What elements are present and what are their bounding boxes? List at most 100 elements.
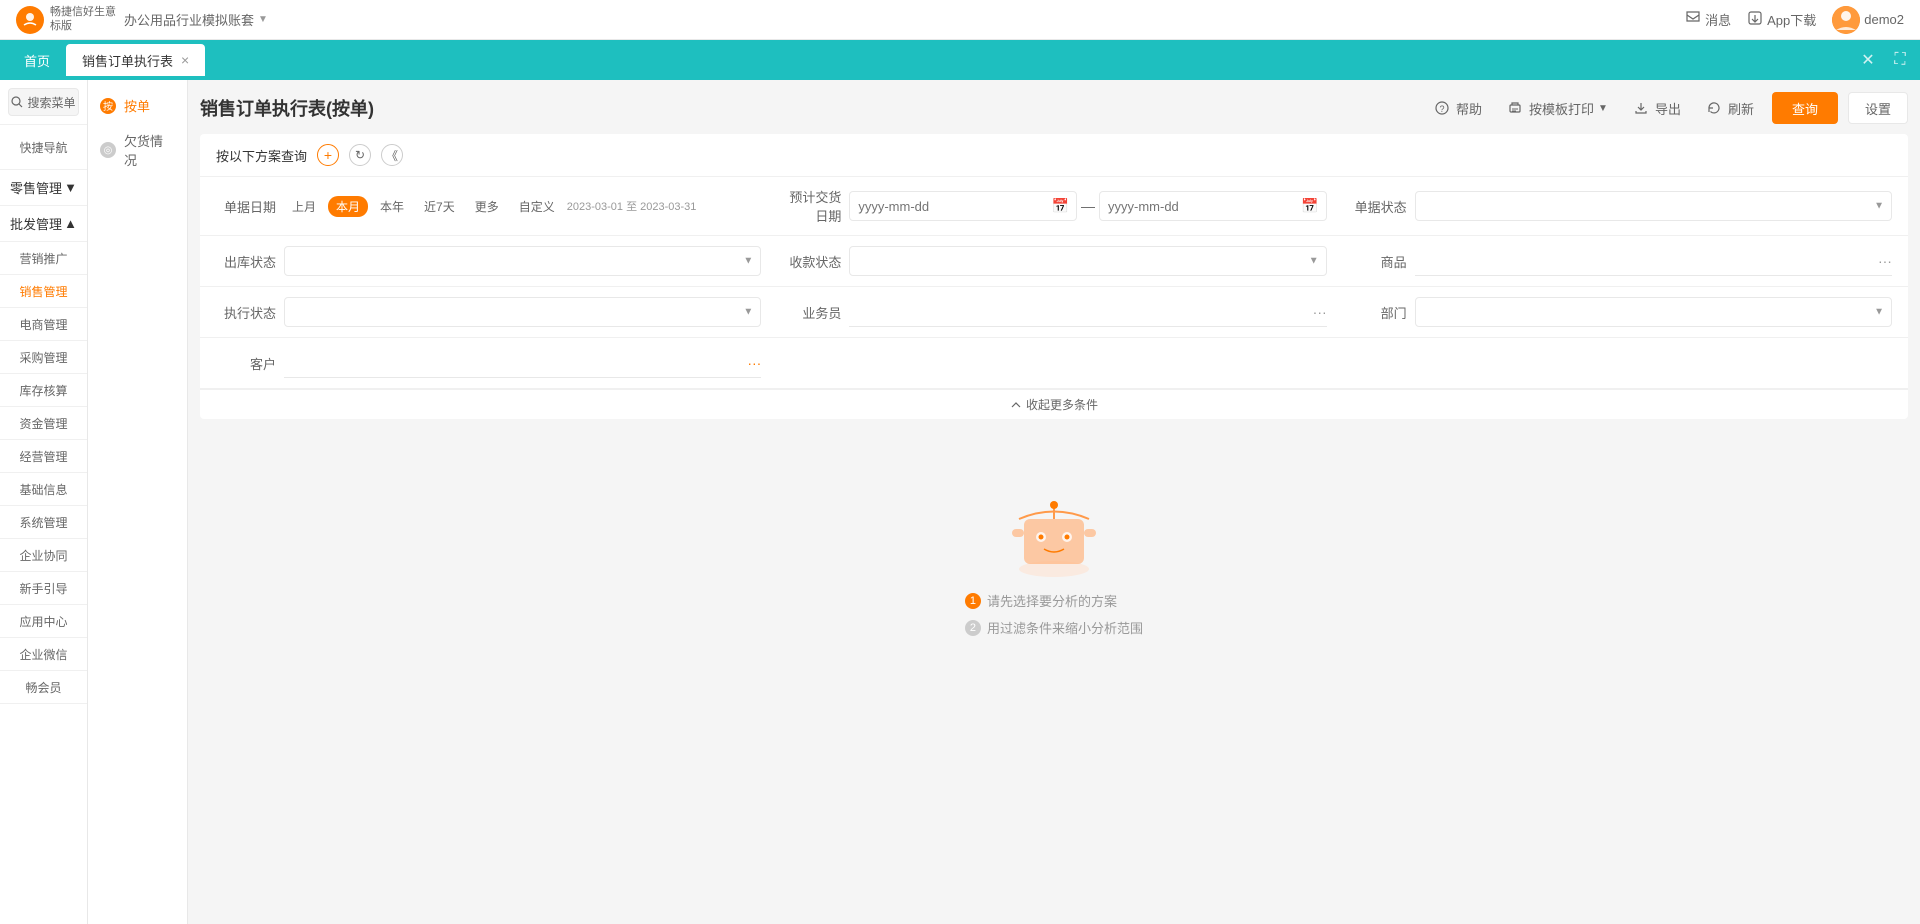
tab-home[interactable]: 首页 [8, 44, 66, 76]
sidebar-item-inventory[interactable]: 库存核算 [0, 374, 87, 406]
header-right: 消息 App下载 demo2 [1685, 6, 1904, 34]
sidebar-item-enterprise[interactable]: 企业协同 [0, 539, 87, 571]
tab-maximize-button[interactable]: ⛶ [1888, 48, 1912, 72]
sidebar-search-button[interactable]: 搜索菜单 [8, 88, 79, 116]
exec-status-field: 执行状态 [216, 297, 761, 327]
sub-sidebar-item-order[interactable]: 按 按单 [88, 88, 187, 123]
goods-input[interactable] [1415, 246, 1892, 276]
collapse-bar[interactable]: 收起更多条件 [200, 389, 1908, 419]
customer-input[interactable] [284, 348, 761, 378]
scheme-label: 按以下方案查询 [216, 146, 307, 165]
sidebar-item-apps[interactable]: 应用中心 [0, 605, 87, 637]
sidebar-wholesale-toggle-icon: ▲ [64, 216, 77, 231]
sidebar-section-sales: 销售管理 [0, 275, 87, 308]
scheme-refresh-button[interactable]: ↻ [349, 144, 371, 166]
sidebar-retail-header[interactable]: 零售管理 ▼ [0, 170, 87, 205]
order-icon: 按 [100, 98, 116, 114]
sidebar-section-finance: 资金管理 [0, 407, 87, 440]
empty-illustration [994, 479, 1114, 579]
date-btn-this-year[interactable]: 本年 [372, 196, 412, 217]
help-button[interactable]: ? 帮助 [1427, 95, 1490, 122]
message-button[interactable]: 消息 [1685, 10, 1731, 29]
filter-row-4: 客户 ··· [200, 338, 1908, 389]
breadcrumb[interactable]: 办公用品行业模拟账套 ▼ [124, 10, 268, 29]
tab-sales-order-exec[interactable]: 销售订单执行表 × [66, 44, 205, 76]
exec-status-control [284, 297, 761, 327]
sidebar-item-purchase[interactable]: 采购管理 [0, 341, 87, 373]
sidebar-section-marketing: 营销推广 [0, 242, 87, 275]
sidebar-item-member[interactable]: 畅会员 [0, 671, 87, 703]
sidebar-item-guide[interactable]: 新手引导 [0, 572, 87, 604]
sidebar-item-sales[interactable]: 销售管理 [0, 275, 87, 307]
sidebar-section-wholesale: 批发管理 ▲ [0, 206, 87, 242]
sidebar-item-wechat[interactable]: 企业微信 [0, 638, 87, 670]
tip-1-num: 1 [965, 593, 981, 609]
page-title-bar: 销售订单执行表(按单) ? 帮助 按模板打印 [200, 92, 1908, 124]
customer-more-icon[interactable]: ··· [747, 355, 761, 371]
dept-select[interactable] [1415, 297, 1892, 327]
user-avatar [1832, 6, 1860, 34]
sidebar-search-area: 搜索菜单 [0, 80, 87, 125]
date-btn-last-7-days[interactable]: 近7天 [416, 196, 463, 217]
collection-status-label: 收款状态 [781, 252, 841, 271]
sidebar-wholesale-header[interactable]: 批发管理 ▲ [0, 206, 87, 241]
doc-status-select[interactable] [1415, 191, 1892, 221]
exec-status-select[interactable] [284, 297, 761, 327]
outbound-status-control [284, 246, 761, 276]
doc-date-controls: 上月 本月 本年 近7天 更多 自定义 2023-03-01 至 2023-03… [284, 196, 761, 217]
sidebar-quick-nav-button[interactable]: 快捷导航 [0, 129, 87, 165]
collection-status-select[interactable] [849, 246, 1326, 276]
sidebar-section-guide: 新手引导 [0, 572, 87, 605]
print-button[interactable]: 按模板打印 [1500, 95, 1616, 122]
refresh-button[interactable]: 刷新 [1699, 95, 1762, 122]
date-btn-custom[interactable]: 自定义 [511, 196, 563, 217]
salesperson-input[interactable] [849, 297, 1326, 327]
setting-button[interactable]: 设置 [1848, 92, 1908, 124]
sidebar-item-operation[interactable]: 经营管理 [0, 440, 87, 472]
sidebar-item-basic[interactable]: 基础信息 [0, 473, 87, 505]
date-row: 单据日期 上月 本月 本年 近7天 更多 自定义 2023-03-01 至 20… [200, 177, 1908, 236]
tab-close-icon[interactable]: × [181, 53, 189, 67]
outbound-status-select[interactable] [284, 246, 761, 276]
export-button[interactable]: 导出 [1626, 95, 1689, 122]
page-title: 销售订单执行表(按单) [200, 95, 374, 121]
sidebar-item-marketing[interactable]: 营销推广 [0, 242, 87, 274]
scheme-collapse-button[interactable]: 《 [381, 144, 403, 166]
delivery-date-start-input[interactable] [849, 191, 1077, 221]
delivery-date-end-input[interactable] [1099, 191, 1327, 221]
tab-close-window-button[interactable]: ✕ [1856, 48, 1880, 72]
empty-tip-1: 1 请先选择要分析的方案 [965, 591, 1143, 610]
salesperson-more-icon[interactable]: ··· [1313, 304, 1327, 320]
app-download-button[interactable]: App下载 [1747, 10, 1816, 29]
tab-bar: 首页 销售订单执行表 × ✕ ⛶ [0, 40, 1920, 80]
goods-field: 商品 ··· [1347, 246, 1892, 276]
delivery-date-start-icon[interactable]: 📅 [1052, 198, 1069, 215]
collection-status-field: 收款状态 [781, 246, 1326, 276]
sidebar-item-finance[interactable]: 资金管理 [0, 407, 87, 439]
sidebar-section-system: 系统管理 [0, 506, 87, 539]
main-layout: 搜索菜单 快捷导航 零售管理 ▼ 批发管理 ▲ 营销推广 销售管理 [0, 80, 1920, 924]
sub-sidebar-item-shortage[interactable]: ◎ 欠货情况 [88, 123, 187, 177]
user-profile[interactable]: demo2 [1832, 6, 1904, 34]
goods-more-icon[interactable]: ··· [1878, 253, 1892, 269]
message-icon [1685, 10, 1701, 29]
date-btn-this-month[interactable]: 本月 [328, 196, 368, 217]
dept-field: 部门 [1347, 297, 1892, 327]
content-area: 销售订单执行表(按单) ? 帮助 按模板打印 [188, 80, 1920, 924]
sidebar-section-inventory: 库存核算 [0, 374, 87, 407]
expected-delivery-label: 预计交货日期 [781, 187, 841, 225]
query-button[interactable]: 查询 [1772, 92, 1838, 124]
delivery-date-end-wrap: 📅 [1099, 191, 1327, 221]
filter-row-3: 执行状态 业务员 ··· 部门 [200, 287, 1908, 338]
delivery-date-end-icon[interactable]: 📅 [1301, 198, 1318, 215]
scheme-add-button[interactable]: + [317, 144, 339, 166]
date-btn-more[interactable]: 更多 [467, 196, 507, 217]
date-quick-buttons: 上月 本月 本年 近7天 更多 自定义 [284, 196, 563, 217]
sidebar-item-system[interactable]: 系统管理 [0, 506, 87, 538]
sidebar-item-ecommerce[interactable]: 电商管理 [0, 308, 87, 340]
tab-bar-right: ✕ ⛶ [1856, 48, 1912, 72]
header-left: 畅捷信好生意 标版 办公用品行业模拟账套 ▼ [16, 6, 268, 34]
sidebar-section-retail: 零售管理 ▼ [0, 170, 87, 206]
date-btn-last-month[interactable]: 上月 [284, 196, 324, 217]
dept-control [1415, 297, 1892, 327]
